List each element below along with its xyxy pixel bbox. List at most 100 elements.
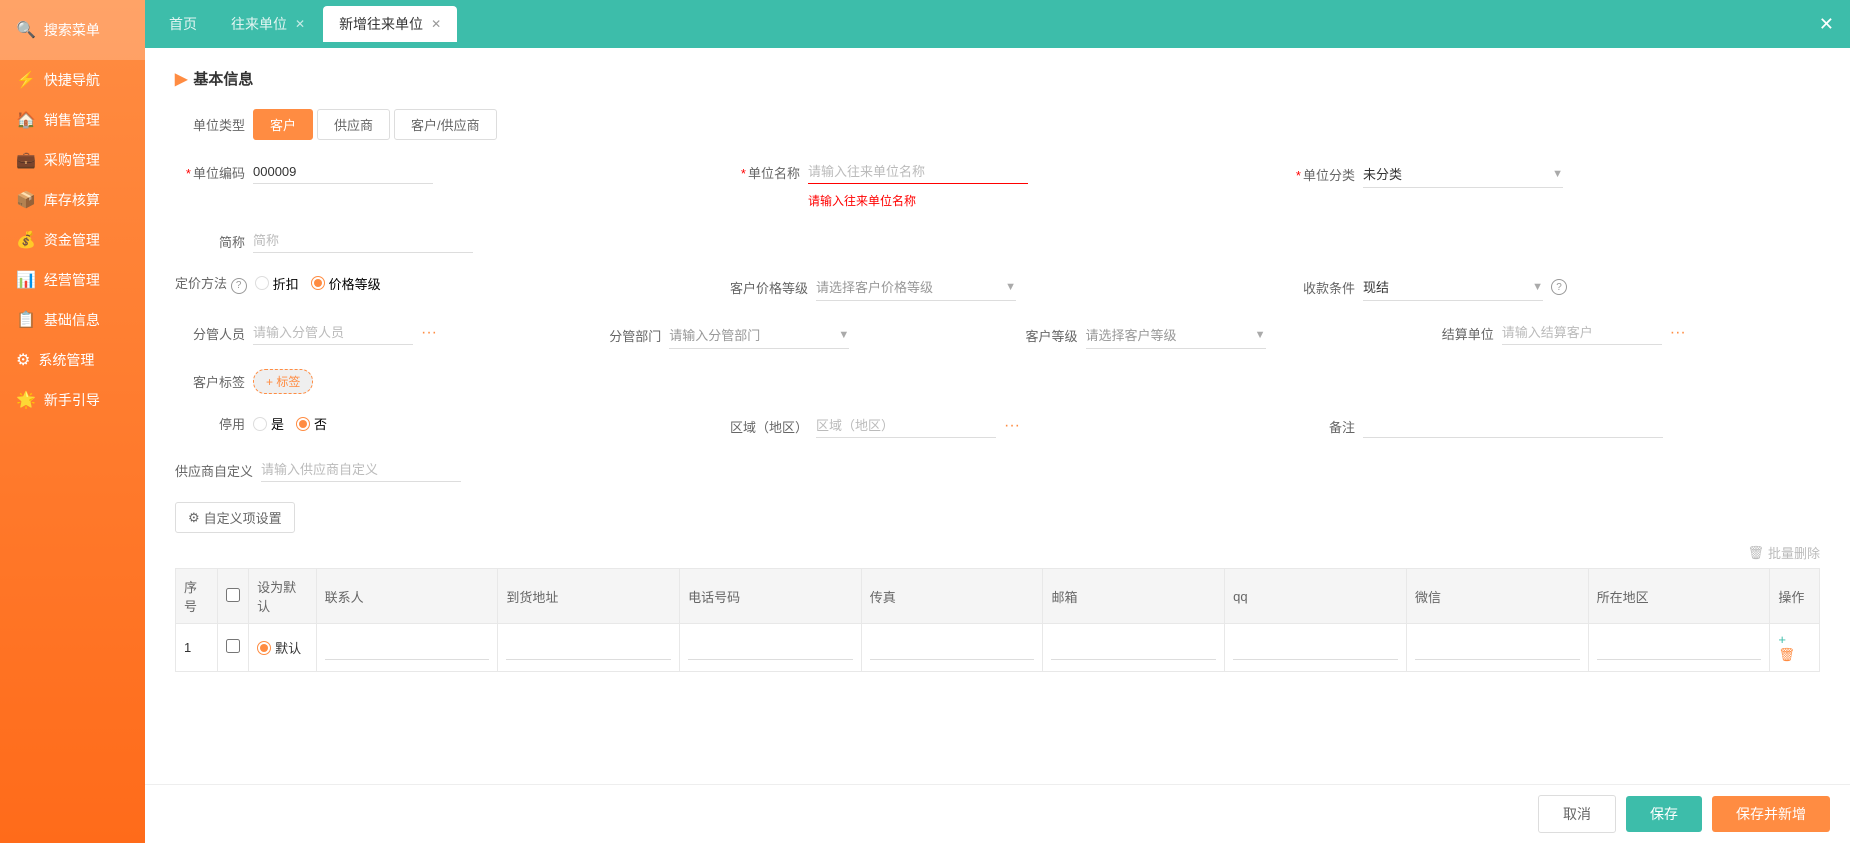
tab-new-counterparty-close[interactable]: ✕ bbox=[431, 17, 441, 31]
radio-disabled-no[interactable]: 否 bbox=[296, 414, 327, 433]
radio-discount[interactable]: 折扣 bbox=[255, 274, 299, 293]
radio-disabled-yes-circle bbox=[253, 417, 267, 431]
table-header-row: 序号 设为默认 联系人 到货地址 电话号码 传真 邮箱 qq 微信 所在地区 操… bbox=[176, 569, 1820, 624]
manager-input[interactable] bbox=[253, 321, 413, 345]
save-new-button[interactable]: 保存并新增 bbox=[1712, 796, 1830, 832]
footer: 取消 保存 保存并新增 bbox=[145, 784, 1850, 843]
cell-index: 1 bbox=[176, 624, 218, 672]
settlement-unit-more[interactable]: ··· bbox=[1670, 324, 1686, 342]
save-button[interactable]: 保存 bbox=[1626, 796, 1702, 832]
disabled-region-row: 停用 是 否 区域（地区） ··· 备注 bbox=[175, 414, 1820, 438]
sidebar-search[interactable]: 🔍 搜索菜单 bbox=[0, 0, 145, 60]
manager-more[interactable]: ··· bbox=[421, 324, 437, 342]
tab-counterparty-close[interactable]: ✕ bbox=[295, 17, 305, 31]
col-area: 所在地区 bbox=[1588, 569, 1770, 624]
add-row-button[interactable]: + bbox=[1778, 632, 1786, 647]
form-content: ▶ 基本信息 单位类型 客户 供应商 客户/供应商 *单位编码 *单位 bbox=[145, 48, 1850, 784]
sidebar-item-quick-nav[interactable]: ⚡ 快捷导航 bbox=[0, 60, 145, 100]
payment-terms-field: 收款条件 现结 ▼ ? bbox=[1285, 273, 1820, 301]
cell-qq[interactable] bbox=[1225, 624, 1407, 672]
unit-code-input[interactable] bbox=[253, 160, 433, 184]
tab-home-label: 首页 bbox=[169, 14, 197, 34]
short-name-input[interactable] bbox=[253, 229, 473, 253]
sidebar-item-guide[interactable]: 🌟 新手引导 bbox=[0, 380, 145, 420]
batch-delete-label[interactable]: 批量删除 bbox=[1768, 543, 1820, 562]
sidebar: 🔍 搜索菜单 ⚡ 快捷导航 🏠 销售管理 💼 采购管理 📦 库存核算 💰 资金管… bbox=[0, 0, 145, 843]
unit-btn-both[interactable]: 客户/供应商 bbox=[394, 109, 497, 140]
settlement-unit-label: 结算单位 bbox=[1424, 324, 1494, 343]
unit-name-error: 请输入往来单位名称 bbox=[808, 194, 916, 208]
cell-email[interactable] bbox=[1043, 624, 1225, 672]
radio-disabled-yes[interactable]: 是 bbox=[253, 414, 284, 433]
fax-input[interactable] bbox=[870, 636, 1035, 660]
row-checkbox[interactable] bbox=[226, 639, 240, 653]
sidebar-item-sales[interactable]: 🏠 销售管理 bbox=[0, 100, 145, 140]
region-more[interactable]: ··· bbox=[1004, 417, 1020, 435]
unit-btn-supplier[interactable]: 供应商 bbox=[317, 109, 390, 140]
unit-btn-customer[interactable]: 客户 bbox=[253, 109, 313, 140]
col-address: 到货地址 bbox=[498, 569, 680, 624]
sidebar-item-search[interactable]: 🔍 搜索菜单 bbox=[0, 10, 145, 50]
default-radio[interactable]: 默认 bbox=[257, 638, 308, 657]
customer-tag-row: 客户标签 + 标签 bbox=[175, 369, 1820, 394]
address-input[interactable] bbox=[506, 636, 671, 660]
customer-level-dropdown[interactable]: 请选择客户等级 ▼ bbox=[1086, 321, 1266, 349]
unit-name-input[interactable] bbox=[808, 160, 1028, 184]
cell-wechat[interactable] bbox=[1406, 624, 1588, 672]
cancel-button[interactable]: 取消 bbox=[1538, 795, 1616, 833]
sidebar-item-system[interactable]: ⚙ 系统管理 bbox=[0, 340, 145, 380]
cell-address[interactable] bbox=[498, 624, 680, 672]
sidebar-label-inventory: 库存核算 bbox=[44, 190, 100, 210]
sidebar-label-sales: 销售管理 bbox=[44, 110, 100, 130]
cell-fax[interactable] bbox=[861, 624, 1043, 672]
cell-contact[interactable] bbox=[316, 624, 498, 672]
sidebar-item-inventory[interactable]: 📦 库存核算 bbox=[0, 180, 145, 220]
region-label: 区域（地区） bbox=[730, 417, 808, 436]
contact-input[interactable] bbox=[325, 636, 490, 660]
sidebar-item-finance[interactable]: 💰 资金管理 bbox=[0, 220, 145, 260]
payment-terms-value: 现结 bbox=[1363, 277, 1528, 296]
sidebar-item-basic-info[interactable]: 📋 基础信息 bbox=[0, 300, 145, 340]
payment-terms-dropdown[interactable]: 现结 ▼ bbox=[1363, 273, 1543, 301]
tab-home[interactable]: 首页 bbox=[153, 6, 213, 42]
wechat-input[interactable] bbox=[1415, 636, 1580, 660]
radio-price-level[interactable]: 价格等级 bbox=[311, 274, 381, 293]
window-close-button[interactable]: ✕ bbox=[1811, 10, 1842, 39]
remarks-input[interactable] bbox=[1363, 414, 1663, 438]
quick-nav-icon: ⚡ bbox=[16, 70, 36, 90]
delete-row-button[interactable]: 🗑 bbox=[1778, 647, 1795, 662]
region-input[interactable] bbox=[816, 414, 996, 438]
select-all-checkbox[interactable] bbox=[226, 588, 240, 602]
unit-type-field: 单位类型 客户 供应商 客户/供应商 bbox=[175, 109, 1820, 140]
sidebar-label-guide: 新手引导 bbox=[44, 390, 100, 410]
email-input[interactable] bbox=[1051, 636, 1216, 660]
customer-price-level-arrow: ▼ bbox=[1005, 281, 1016, 293]
phone-input[interactable] bbox=[688, 636, 853, 660]
add-tag-button[interactable]: + 标签 bbox=[253, 369, 313, 394]
col-action: 操作 bbox=[1770, 569, 1820, 624]
customer-level-placeholder: 请选择客户等级 bbox=[1086, 325, 1251, 344]
section-title: 基本信息 bbox=[193, 68, 253, 89]
settlement-unit-input[interactable] bbox=[1502, 321, 1662, 345]
qq-input[interactable] bbox=[1233, 636, 1398, 660]
area-input[interactable] bbox=[1597, 636, 1762, 660]
contacts-table: 序号 设为默认 联系人 到货地址 电话号码 传真 邮箱 qq 微信 所在地区 操… bbox=[175, 568, 1820, 672]
customer-price-level-label: 客户价格等级 bbox=[730, 278, 808, 297]
department-dropdown[interactable]: 请输入分管部门 ▼ bbox=[669, 321, 849, 349]
cell-phone[interactable] bbox=[680, 624, 862, 672]
sidebar-item-purchase[interactable]: 💼 采购管理 bbox=[0, 140, 145, 180]
pricing-method-help[interactable]: ? bbox=[231, 278, 247, 294]
tab-new-counterparty[interactable]: 新增往来单位 ✕ bbox=[323, 6, 457, 42]
payment-terms-help[interactable]: ? bbox=[1551, 279, 1567, 295]
region-field: 区域（地区） ··· bbox=[730, 414, 1265, 438]
cell-area[interactable] bbox=[1588, 624, 1770, 672]
sidebar-item-management[interactable]: 📊 经营管理 bbox=[0, 260, 145, 300]
unit-category-dropdown[interactable]: 未分类 ▼ bbox=[1363, 160, 1563, 188]
col-contact: 联系人 bbox=[316, 569, 498, 624]
cell-default: 默认 bbox=[249, 624, 317, 672]
unit-code-field: *单位编码 bbox=[175, 160, 710, 184]
tab-counterparty[interactable]: 往来单位 ✕ bbox=[215, 6, 321, 42]
customer-price-level-dropdown[interactable]: 请选择客户价格等级 ▼ bbox=[816, 273, 1016, 301]
supplier-custom-input[interactable] bbox=[261, 458, 461, 482]
custom-settings-button[interactable]: ⚙ 自定义项设置 bbox=[175, 502, 295, 533]
